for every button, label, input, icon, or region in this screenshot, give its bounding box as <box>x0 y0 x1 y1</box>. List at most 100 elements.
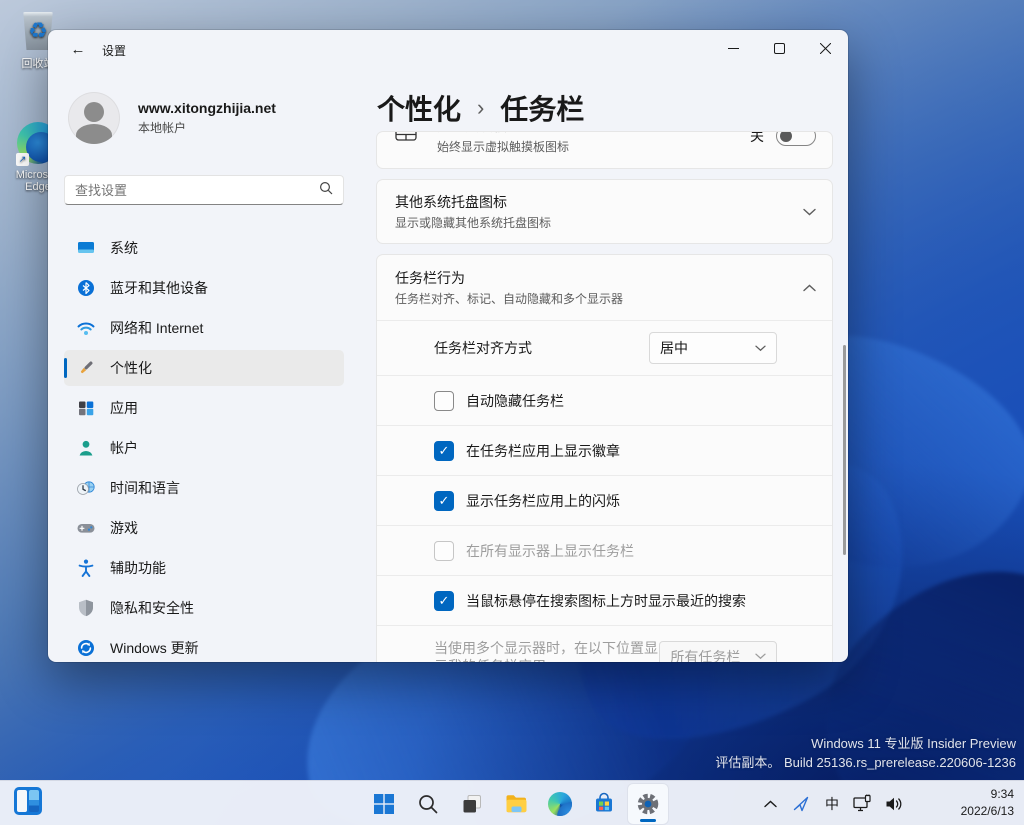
gaming-icon <box>76 518 96 538</box>
sidebar-item-label: 辅助功能 <box>110 560 166 576</box>
breadcrumb-separator: › <box>477 95 485 120</box>
sidebar-item-label: 网络和 Internet <box>110 320 204 336</box>
taskbar-clock[interactable]: 9:34 2022/6/13 <box>961 786 1014 820</box>
window-title: 设置 <box>102 44 127 58</box>
sidebar-item-personalization[interactable]: 个性化 <box>64 350 344 386</box>
recent-searches-row: ✓ 当鼠标悬停在搜索图标上方时显示最近的搜索 <box>377 575 832 625</box>
start-button[interactable] <box>364 784 404 824</box>
gear-icon <box>637 793 659 814</box>
task-view-button[interactable] <box>452 784 492 824</box>
edge-icon <box>548 791 572 816</box>
widgets-icon[interactable] <box>14 787 42 815</box>
wifi-icon <box>76 318 96 338</box>
recent-searches-checkbox[interactable]: ✓ <box>434 590 454 611</box>
chevron-down-icon[interactable] <box>803 208 816 216</box>
insider-watermark: Windows 11 专业版 Insider Preview 评估副本。 Bui… <box>715 734 1016 772</box>
toggle-state-label: 关 <box>750 131 764 144</box>
sidebar-item-label: 隐私和安全性 <box>110 600 194 616</box>
setting-title: 任务栏行为 <box>395 270 465 286</box>
edge-taskbar-button[interactable] <box>540 784 580 824</box>
settings-taskbar-button[interactable] <box>628 783 668 824</box>
taskbar-behaviors-card: 任务栏行为 任务栏对齐、标记、自动隐藏和多个显示器 任务栏对齐方式 居中 自动隐… <box>376 254 833 662</box>
sidebar-item-time-language[interactable]: 时间和语言 <box>64 470 344 506</box>
accounts-icon <box>76 438 96 458</box>
show-badges-checkbox[interactable]: ✓ <box>434 440 454 461</box>
bluetooth-icon <box>76 278 96 298</box>
checkbox-label: 当鼠标悬停在搜索图标上方时显示最近的搜索 <box>466 592 746 609</box>
auto-hide-taskbar-row: 自动隐藏任务栏 <box>377 375 832 425</box>
search-taskbar-button[interactable] <box>408 784 448 824</box>
settings-main-pane: 个性化 › 任务栏 虚拟触摸板 始终显示虚拟触摸板图标 <box>376 30 848 662</box>
personalization-icon <box>76 358 96 378</box>
sidebar-item-label: 个性化 <box>110 360 152 376</box>
user-profile[interactable]: www.xitongzhijia.net 本地帐户 <box>68 92 276 144</box>
sidebar-item-accounts[interactable]: 帐户 <box>64 430 344 466</box>
shortcut-arrow-icon: ↗ <box>16 153 29 166</box>
clock-time: 9:34 <box>990 787 1014 801</box>
taskbar-alignment-dropdown[interactable]: 居中 <box>649 332 777 364</box>
shield-icon <box>76 598 96 618</box>
file-explorer-button[interactable] <box>496 784 536 824</box>
setting-label: 当使用多个显示器时，在以下位置显示我的任务栏应用 <box>434 639 658 663</box>
chevron-down-icon <box>755 653 766 660</box>
page-title: 任务栏 <box>500 94 585 125</box>
system-icon <box>76 238 96 258</box>
sidebar-item-bluetooth-devices[interactable]: 蓝牙和其他设备 <box>64 270 344 306</box>
setting-subtitle: 始终显示虚拟触摸板图标 <box>437 140 570 154</box>
other-tray-icons-card[interactable]: 其他系统托盘图标 显示或隐藏其他系统托盘图标 <box>376 179 833 244</box>
taskbar: 中 9:34 2022/6/13 <box>0 780 1024 825</box>
settings-search[interactable] <box>64 175 344 205</box>
all-displays-checkbox <box>434 540 454 561</box>
taskbar-behaviors-header[interactable]: 任务栏行为 任务栏对齐、标记、自动隐藏和多个显示器 <box>377 255 832 320</box>
network-icon[interactable] <box>851 792 875 816</box>
scrollbar[interactable] <box>843 345 846 555</box>
sidebar-item-label: Windows 更新 <box>110 640 199 656</box>
checkbox-label: 自动隐藏任务栏 <box>466 392 564 409</box>
setting-subtitle: 任务栏对齐、标记、自动隐藏和多个显示器 <box>395 292 624 306</box>
sidebar-item-label: 游戏 <box>110 520 138 536</box>
time-language-icon <box>76 478 96 498</box>
show-flashing-checkbox[interactable]: ✓ <box>434 490 454 511</box>
setting-title: 其他系统托盘图标 <box>395 194 507 210</box>
sidebar-item-system[interactable]: 系统 <box>64 230 344 266</box>
watermark-line2: 评估副本。 Build 25136.rs_prerelease.220606-1… <box>715 755 1016 770</box>
sidebar-item-apps[interactable]: 应用 <box>64 390 344 426</box>
windows-logo-icon <box>374 793 394 814</box>
sidebar-item-gaming[interactable]: 游戏 <box>64 510 344 546</box>
profile-account-type: 本地帐户 <box>138 121 187 135</box>
taskbar-alignment-row: 任务栏对齐方式 居中 <box>377 320 832 375</box>
volume-icon[interactable] <box>882 792 906 816</box>
dropdown-value: 所有任务栏 <box>670 648 741 663</box>
system-tray: 中 <box>758 781 906 825</box>
sidebar-item-label: 时间和语言 <box>110 480 180 496</box>
sidebar-item-label: 帐户 <box>110 440 138 456</box>
ime-indicator[interactable]: 中 <box>820 792 844 816</box>
breadcrumb-parent[interactable]: 个性化 <box>377 88 461 128</box>
touchpad-icon <box>395 132 419 147</box>
sidebar-item-privacy-security[interactable]: 隐私和安全性 <box>64 590 344 626</box>
settings-window: ← 设置 www.xitongzhijia.net 本地帐户 查找设置 系统 蓝… <box>48 30 848 662</box>
auto-hide-checkbox[interactable] <box>434 390 454 411</box>
accessibility-icon <box>76 558 96 578</box>
settings-sidebar: 系统 蓝牙和其他设备 网络和 Internet 个性化 应用 帐户 时间和语言 … <box>64 230 344 662</box>
windows-update-icon <box>76 638 96 658</box>
location-arrow-icon[interactable] <box>789 792 813 816</box>
show-badges-row: ✓ 在任务栏应用上显示徽章 <box>377 425 832 475</box>
virtual-touchpad-card: 虚拟触摸板 始终显示虚拟触摸板图标 关 <box>376 131 833 169</box>
sidebar-item-network-internet[interactable]: 网络和 Internet <box>64 310 344 346</box>
virtual-touchpad-toggle[interactable] <box>776 132 816 146</box>
chevron-down-icon <box>755 345 766 351</box>
chevron-up-icon[interactable] <box>803 284 816 292</box>
dropdown-value: 居中 <box>660 340 688 356</box>
microsoft-store-button[interactable] <box>584 784 624 824</box>
tray-chevron-up-icon[interactable] <box>758 792 782 816</box>
sidebar-item-windows-update[interactable]: Windows 更新 <box>64 630 344 662</box>
checkbox-label: 在任务栏应用上显示徽章 <box>466 442 620 459</box>
sidebar-item-accessibility[interactable]: 辅助功能 <box>64 550 344 586</box>
back-button[interactable]: ← <box>62 39 94 61</box>
search-input[interactable] <box>75 182 319 198</box>
sidebar-item-label: 蓝牙和其他设备 <box>110 280 208 296</box>
settings-content: 虚拟触摸板 始终显示虚拟触摸板图标 关 其他系统托盘图标 <box>376 131 833 662</box>
clock-date: 2022/6/13 <box>960 804 1014 818</box>
task-view-icon <box>463 794 481 812</box>
